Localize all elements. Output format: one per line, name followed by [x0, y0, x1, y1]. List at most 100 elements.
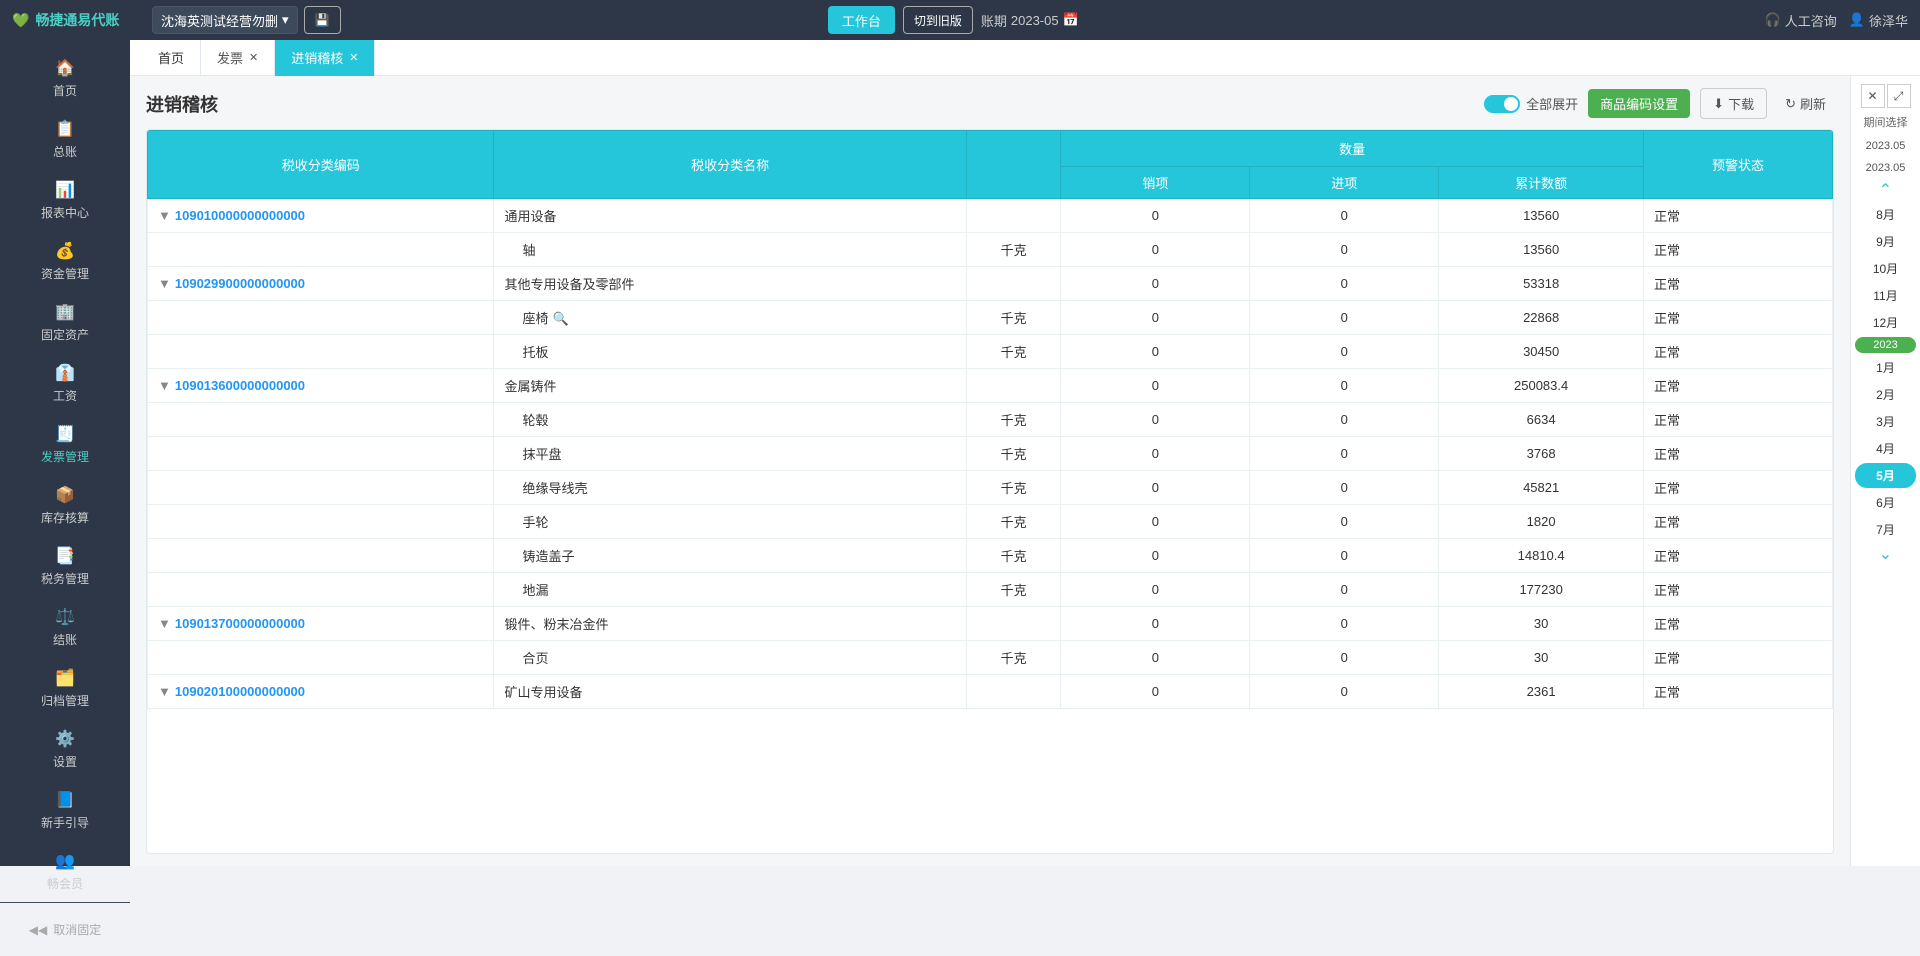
- expand-arrow[interactable]: ▼: [158, 378, 171, 393]
- company-selector[interactable]: 沈海英测试经营勿删 ▾: [152, 6, 298, 34]
- period-header-1[interactable]: 2023.05: [1855, 136, 1916, 156]
- child-unit-cell: 千克: [966, 641, 1060, 675]
- sidebar-label-guide: 新手引导: [41, 814, 89, 831]
- tab-reconcile[interactable]: 进销稽核 ✕: [275, 40, 375, 76]
- sidebar-item-reports[interactable]: 📊 报表中心: [0, 170, 130, 231]
- child-unit-cell: 千克: [966, 437, 1060, 471]
- period-6[interactable]: 6月: [1855, 490, 1916, 515]
- child-name-cell: 手轮: [494, 505, 966, 539]
- period-10[interactable]: 10月: [1855, 256, 1916, 281]
- period-up-arrow[interactable]: ⌃: [1879, 180, 1892, 200]
- tab-invoice[interactable]: 发票 ✕: [201, 40, 275, 76]
- expand-arrow[interactable]: ▼: [158, 276, 171, 291]
- sidebar-item-inventory[interactable]: 📦 库存核算: [0, 475, 130, 536]
- close-reconcile-tab-icon[interactable]: ✕: [349, 51, 358, 64]
- sidebar-item-ledger[interactable]: 📋 总账: [0, 109, 130, 170]
- group-sales-cell: 0: [1061, 675, 1250, 709]
- panel-close-button[interactable]: ✕: [1861, 84, 1885, 108]
- table-row: 轮毂 千克 0 0 6634 正常: [148, 403, 1833, 437]
- sidebar-item-member[interactable]: 👥 畅会员: [0, 841, 130, 902]
- unpin-button[interactable]: ◀◀ 取消固定: [0, 913, 130, 946]
- close-invoice-tab-icon[interactable]: ✕: [249, 51, 258, 64]
- expand-arrow[interactable]: ▼: [158, 684, 171, 699]
- child-purchase-cell: 0: [1250, 301, 1439, 335]
- sidebar-item-settlement[interactable]: ⚖️ 结账: [0, 597, 130, 658]
- refresh-button[interactable]: ↻ 刷新: [1777, 89, 1834, 118]
- product-code-button[interactable]: 商品编码设置: [1588, 89, 1690, 118]
- child-total-cell: 13560: [1439, 233, 1644, 267]
- child-status-cell: 正常: [1644, 539, 1833, 573]
- child-unit-cell: 千克: [966, 335, 1060, 369]
- sidebar-item-finance[interactable]: 💰 资金管理: [0, 231, 130, 292]
- expand-label: 全部展开: [1526, 94, 1578, 113]
- period-7[interactable]: 7月: [1855, 517, 1916, 542]
- col-tax-name: 税收分类名称: [494, 131, 966, 199]
- period-4[interactable]: 4月: [1855, 436, 1916, 461]
- sidebar-item-home[interactable]: 🏠 首页: [0, 48, 130, 109]
- child-purchase-cell: 0: [1250, 471, 1439, 505]
- child-sales-cell: 0: [1061, 301, 1250, 335]
- group-total-cell: 2361: [1439, 675, 1644, 709]
- child-status-cell: 正常: [1644, 471, 1833, 505]
- child-purchase-cell: 0: [1250, 505, 1439, 539]
- page-title: 进销稽核: [146, 91, 218, 117]
- period-2[interactable]: 2月: [1855, 382, 1916, 407]
- period-header-2[interactable]: 2023.05: [1855, 158, 1916, 178]
- panel-expand-button[interactable]: ⤢: [1887, 84, 1911, 108]
- logo-icon: 💚: [12, 12, 29, 29]
- unpin-label: 取消固定: [53, 921, 101, 938]
- workbench-button[interactable]: 工作台: [828, 6, 895, 34]
- child-sales-cell: 0: [1061, 641, 1250, 675]
- sidebar-label-inventory: 库存核算: [41, 509, 89, 526]
- search-icon[interactable]: 🔍: [552, 311, 568, 326]
- expand-toggle[interactable]: 全部展开: [1484, 94, 1578, 113]
- table-row: 地漏 千克 0 0 177230 正常: [148, 573, 1833, 607]
- switch-thumb: [1504, 97, 1518, 111]
- save-icon-button[interactable]: 💾: [304, 6, 341, 34]
- expand-arrow[interactable]: ▼: [158, 616, 171, 631]
- period-5-current[interactable]: 5月: [1855, 463, 1916, 488]
- child-name-cell: 轴: [494, 233, 966, 267]
- expand-arrow[interactable]: ▼: [158, 208, 171, 223]
- switch-track[interactable]: [1484, 95, 1520, 113]
- sidebar-label-finance: 资金管理: [41, 265, 89, 282]
- sidebar-item-invoice[interactable]: 🧾 发票管理: [0, 414, 130, 475]
- download-icon: ⬇: [1713, 96, 1724, 112]
- period-8[interactable]: 8月: [1855, 202, 1916, 227]
- child-total-cell: 6634: [1439, 403, 1644, 437]
- child-status-cell: 正常: [1644, 641, 1833, 675]
- child-sales-cell: 0: [1061, 437, 1250, 471]
- settings-icon: ⚙️: [55, 729, 75, 749]
- user-info: 👤 徐泽华: [1849, 11, 1908, 30]
- group-status-cell: 正常: [1644, 199, 1833, 233]
- top-right: 🎧 人工咨询 👤 徐泽华: [1765, 11, 1908, 30]
- period-1[interactable]: 1月: [1855, 355, 1916, 380]
- period-3[interactable]: 3月: [1855, 409, 1916, 434]
- switch-version-button[interactable]: 切到旧版: [903, 6, 973, 34]
- child-unit-cell: 千克: [966, 539, 1060, 573]
- child-unit-cell: 千克: [966, 573, 1060, 607]
- download-button[interactable]: ⬇ 下载: [1700, 88, 1767, 119]
- sidebar-item-assets[interactable]: 🏢 固定资产: [0, 292, 130, 353]
- sidebar-label-salary: 工资: [53, 387, 77, 404]
- sidebar-item-tax[interactable]: 📑 税务管理: [0, 536, 130, 597]
- pin-icon: ◀◀: [29, 923, 47, 937]
- archive-icon: 🗂️: [55, 668, 75, 688]
- sidebar-item-guide[interactable]: 📘 新手引导: [0, 780, 130, 841]
- sidebar-label-ledger: 总账: [53, 143, 77, 160]
- period-11[interactable]: 11月: [1855, 283, 1916, 308]
- group-unit-cell: [966, 607, 1060, 641]
- sidebar-item-salary[interactable]: 👔 工资: [0, 353, 130, 414]
- period-9[interactable]: 9月: [1855, 229, 1916, 254]
- support-button[interactable]: 🎧 人工咨询: [1765, 11, 1837, 30]
- year-2023[interactable]: 2023: [1855, 337, 1916, 353]
- period-12[interactable]: 12月: [1855, 310, 1916, 335]
- tab-home[interactable]: 首页: [142, 40, 201, 76]
- refresh-icon: ↻: [1785, 96, 1796, 112]
- sidebar-item-settings[interactable]: ⚙️ 设置: [0, 719, 130, 780]
- period-down-arrow[interactable]: ⌄: [1879, 544, 1892, 564]
- sidebar-item-archive[interactable]: 🗂️ 归档管理: [0, 658, 130, 719]
- table-row: ▼109010000000000000 通用设备 0 0 13560 正常: [148, 199, 1833, 233]
- right-panel: ✕ ⤢ 期间选择 2023.05 2023.05 ⌃ 8月 9月 10月 11月…: [1850, 76, 1920, 866]
- child-unit-cell: 千克: [966, 471, 1060, 505]
